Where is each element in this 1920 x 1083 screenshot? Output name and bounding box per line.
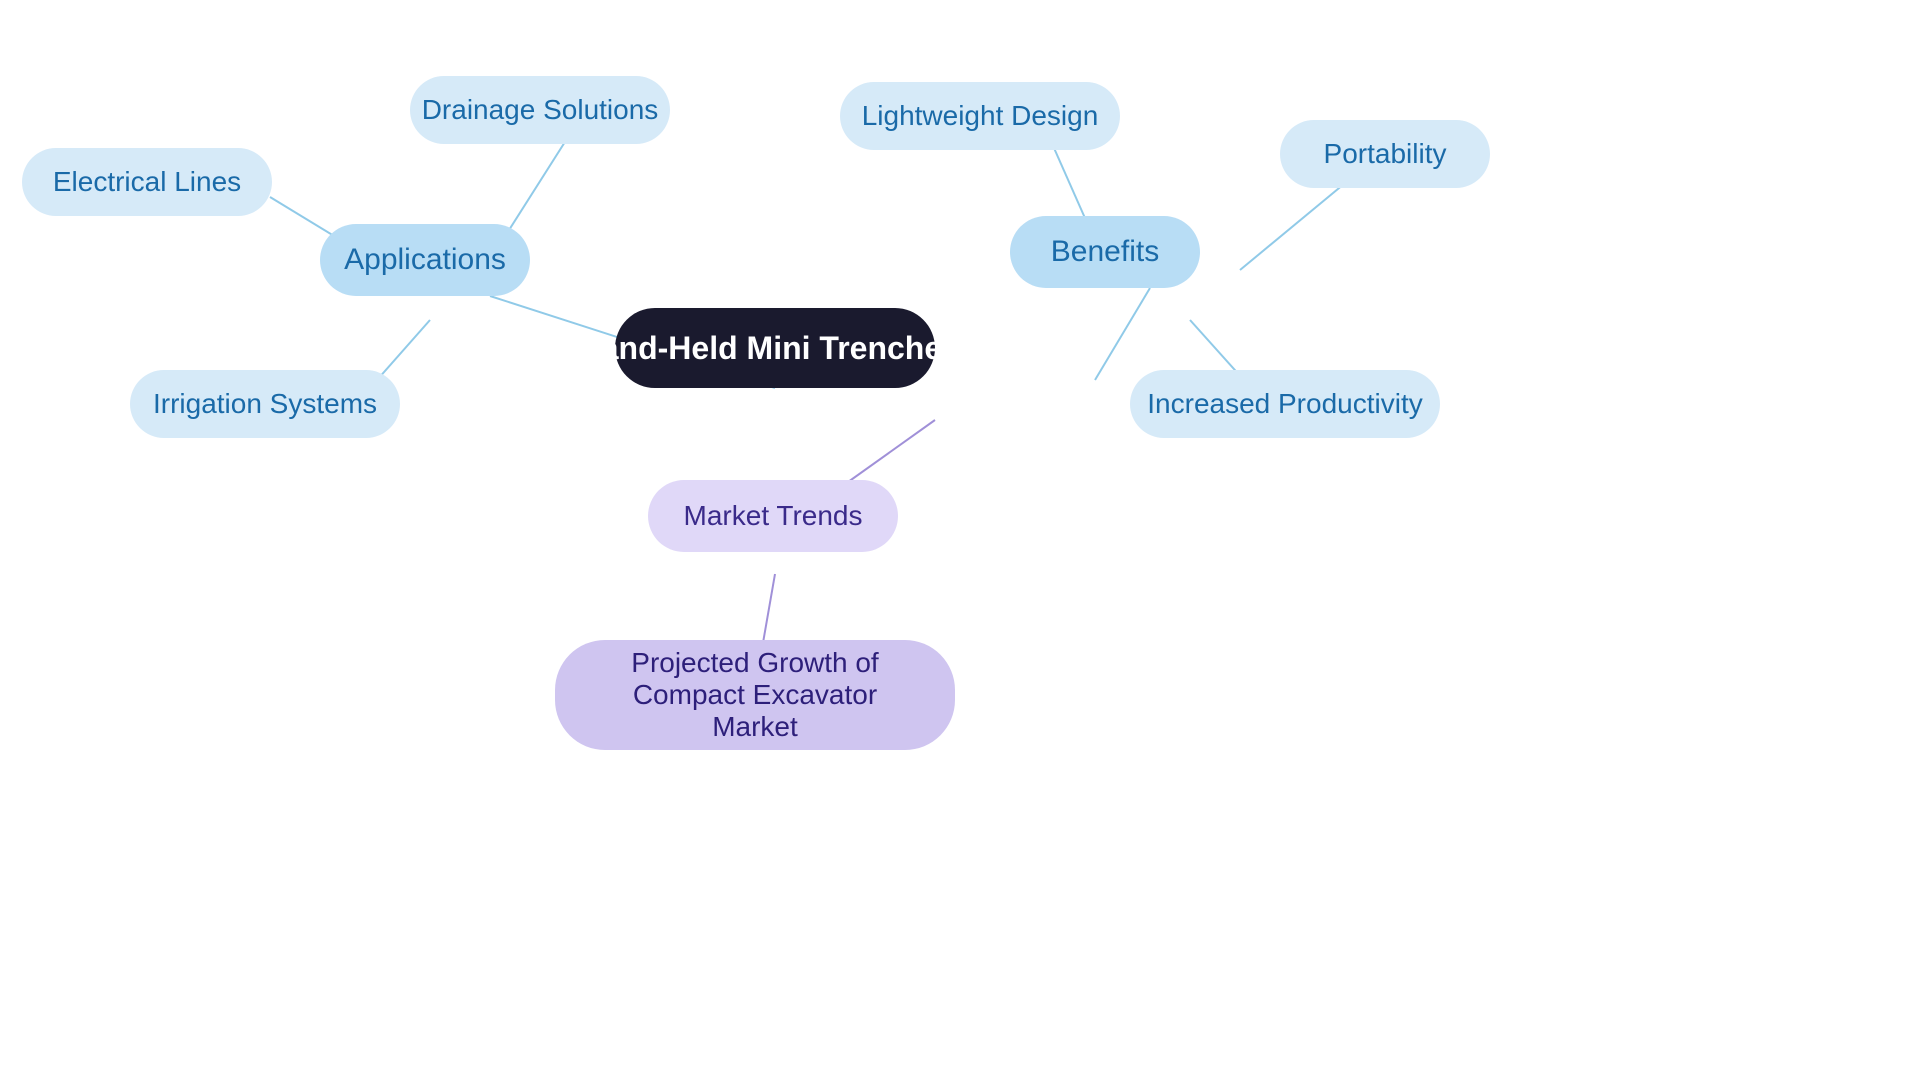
connections-svg [0, 0, 1920, 1083]
center-node: Hand-Held Mini Trenchers [615, 308, 935, 388]
applications-node: Applications [320, 224, 530, 296]
benefits-node: Benefits [1010, 216, 1200, 288]
lightweight-design-node: Lightweight Design [840, 82, 1120, 150]
drainage-solutions-node: Drainage Solutions [410, 76, 670, 144]
mindmap-container: Hand-Held Mini Trenchers Applications Dr… [0, 0, 1920, 1083]
increased-productivity-node: Increased Productivity [1130, 370, 1440, 438]
market-trends-node: Market Trends [648, 480, 898, 552]
electrical-lines-node: Electrical Lines [22, 148, 272, 216]
irrigation-systems-node: Irrigation Systems [130, 370, 400, 438]
portability-node: Portability [1280, 120, 1490, 188]
projected-growth-node: Projected Growth of Compact Excavator Ma… [555, 640, 955, 750]
